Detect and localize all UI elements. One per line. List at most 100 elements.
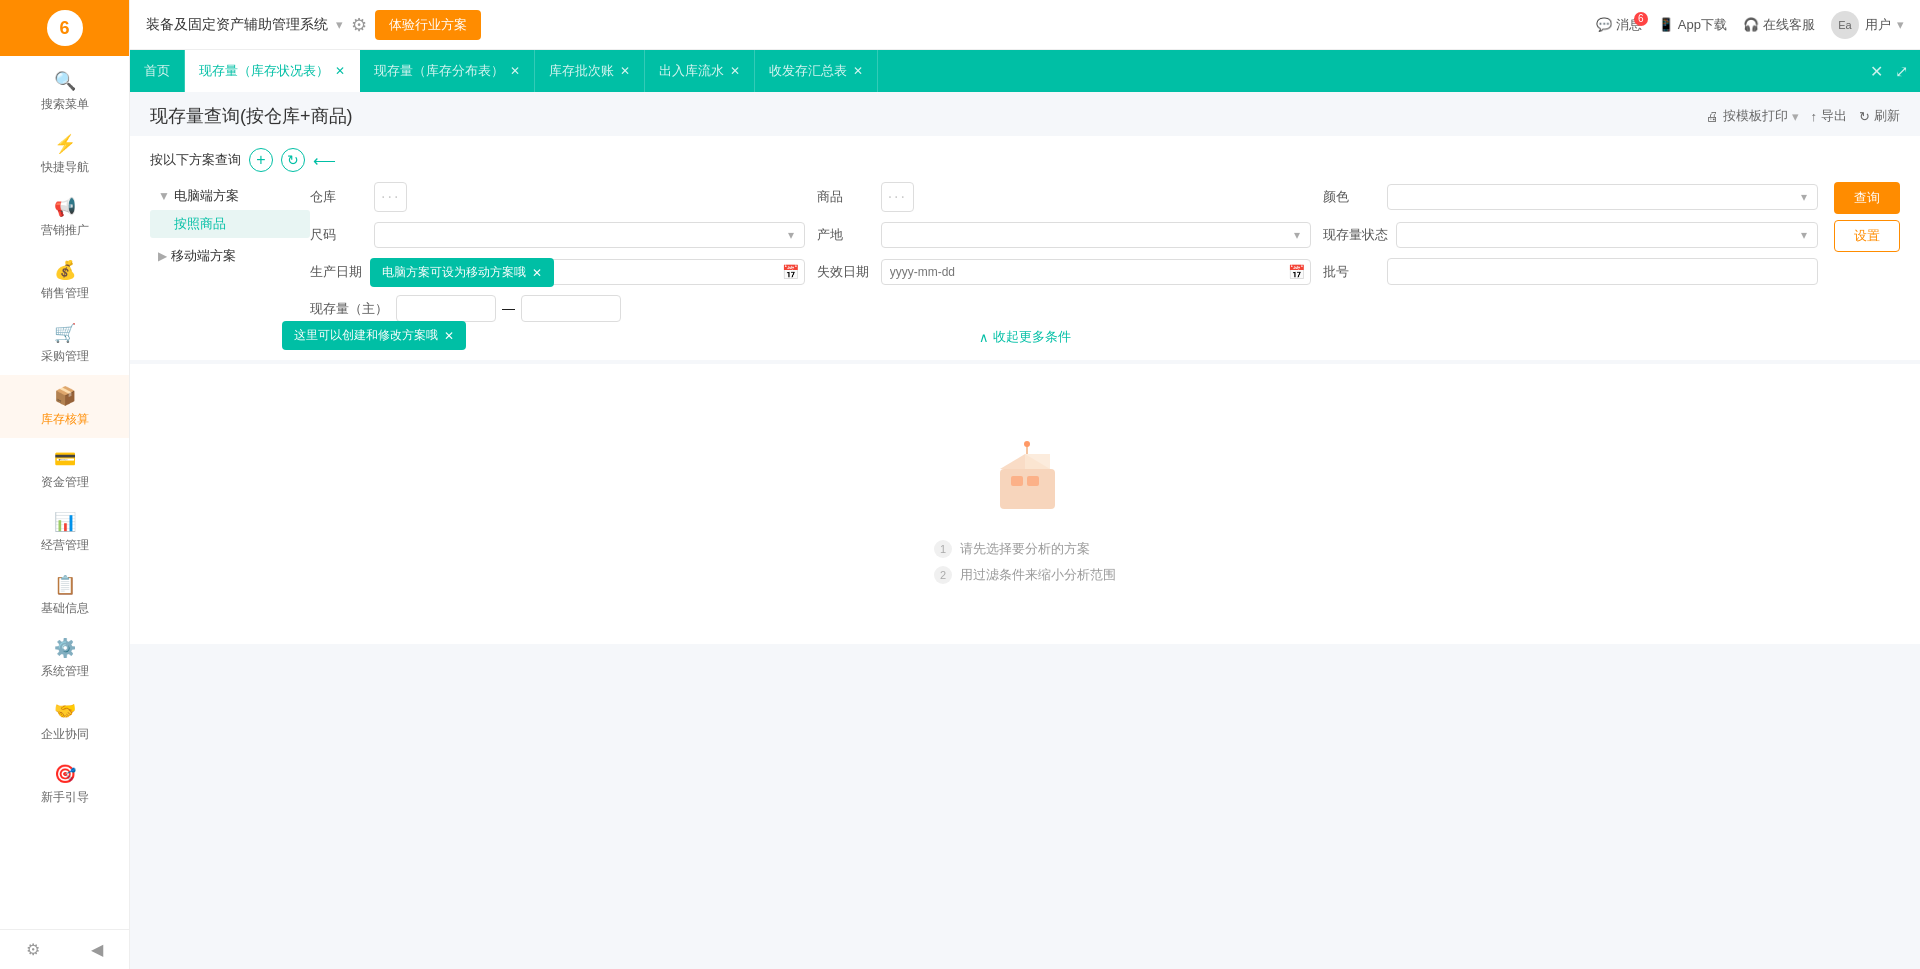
tab-inout-flow[interactable]: 出入库流水 ✕ bbox=[645, 50, 755, 92]
stock-qty-max-input[interactable] bbox=[521, 295, 621, 322]
user-menu[interactable]: Ea 用户 ▾ bbox=[1831, 11, 1904, 39]
tab-batch-ledger-label: 库存批次账 bbox=[549, 62, 614, 80]
tab-close-all-icon[interactable]: ✕ bbox=[1866, 58, 1887, 85]
refresh-btn[interactable]: ↻ 刷新 bbox=[1859, 107, 1900, 125]
export-btn[interactable]: ↑ 导出 bbox=[1811, 107, 1848, 125]
sidebar-item-label: 营销推广 bbox=[41, 222, 89, 239]
color-select-arrow: ▾ bbox=[1801, 190, 1807, 204]
sidebar-item-purchase[interactable]: 🛒 采购管理 bbox=[0, 312, 129, 375]
expire-date-input[interactable] bbox=[881, 259, 1312, 285]
filter-with-sidebar: ▼ 电脑端方案 按照商品 ▶ 移动端方案 bbox=[150, 182, 1900, 322]
printer-icon: 🖨 bbox=[1706, 109, 1719, 124]
tab-inout-flow-close[interactable]: ✕ bbox=[730, 65, 740, 77]
empty-tip-1: 1 请先选择要分析的方案 bbox=[934, 540, 1116, 558]
sidebar-item-search-menu[interactable]: 🔍 搜索菜单 bbox=[0, 60, 129, 123]
notification-icon[interactable]: 💬 6 消息 bbox=[1596, 16, 1642, 34]
sidebar-item-system[interactable]: ⚙️ 系统管理 bbox=[0, 627, 129, 690]
stock-qty-label: 现存量（主） bbox=[310, 300, 388, 318]
mobile-scheme-parent[interactable]: ▶ 移动端方案 bbox=[150, 242, 310, 270]
stock-qty-min-input[interactable] bbox=[396, 295, 496, 322]
tab-inventory-dist[interactable]: 现存量（库存分布表） ✕ bbox=[360, 50, 535, 92]
sidebar-item-label: 销售管理 bbox=[41, 285, 89, 302]
system-name-dropdown-icon[interactable]: ▾ bbox=[336, 17, 343, 32]
filter-header: 按以下方案查询 + ↻ ⟵ bbox=[150, 148, 1900, 172]
sidebar-item-marketing[interactable]: 📢 营销推广 bbox=[0, 186, 129, 249]
tab-bar: 首页 现存量（库存状况表） ✕ 现存量（库存分布表） ✕ 库存批次账 ✕ 出入库… bbox=[130, 50, 1920, 92]
industry-btn[interactable]: 体验行业方案 bbox=[375, 10, 481, 40]
sidebar-collapse-btn[interactable]: ◀ bbox=[91, 940, 103, 959]
user-dropdown-icon: ▾ bbox=[1897, 17, 1904, 32]
chevron-right-icon: ▶ bbox=[158, 249, 167, 263]
sidebar-item-operations[interactable]: 📊 经营管理 bbox=[0, 501, 129, 564]
tab-batch-ledger-close[interactable]: ✕ bbox=[620, 65, 630, 77]
sidebar: 6 🔍 搜索菜单 ⚡ 快捷导航 📢 营销推广 💰 销售管理 🛒 采购管理 📦 库… bbox=[0, 0, 130, 969]
prod-date-label: 生产日期 bbox=[310, 263, 366, 281]
color-select[interactable]: ▾ bbox=[1387, 184, 1818, 210]
tab-inventory-status-close[interactable]: ✕ bbox=[335, 65, 345, 77]
scheme-tooltip-close-2[interactable]: ✕ bbox=[444, 329, 454, 343]
batch-no-label: 批号 bbox=[1323, 263, 1379, 281]
scheme-tooltip-box-2: 这里可以创建和修改方案哦 ✕ bbox=[282, 321, 466, 350]
search-actions: 查询 设置 bbox=[1834, 182, 1900, 322]
sidebar-settings-btn[interactable]: ⚙ bbox=[26, 940, 40, 959]
tab-inventory-status[interactable]: 现存量（库存状况表） ✕ bbox=[185, 50, 360, 92]
svg-point-6 bbox=[1024, 441, 1030, 447]
top-header-left: 装备及固定资产辅助管理系统 ▾ ⚙ 体验行业方案 bbox=[146, 10, 481, 40]
chevron-up-icon: ∧ bbox=[979, 330, 989, 345]
stock-status-select[interactable]: ▾ bbox=[1396, 222, 1818, 248]
stock-status-label: 现存量状态 bbox=[1323, 226, 1388, 244]
add-scheme-btn[interactable]: + bbox=[249, 148, 273, 172]
size-label: 尺码 bbox=[310, 226, 366, 244]
sidebar-item-guide[interactable]: 🎯 新手引导 bbox=[0, 753, 129, 816]
tab-maximize-icon[interactable]: ⤢ bbox=[1891, 58, 1912, 85]
chevron-down-icon: ▼ bbox=[158, 189, 170, 203]
main-wrap: 装备及固定资产辅助管理系统 ▾ ⚙ 体验行业方案 💬 6 消息 📱 App下载 … bbox=[130, 0, 1920, 969]
tab-recv-summary[interactable]: 收发存汇总表 ✕ bbox=[755, 50, 878, 92]
online-service-btn[interactable]: 🎧 在线客服 bbox=[1743, 16, 1815, 34]
sidebar-item-label: 企业协同 bbox=[41, 726, 89, 743]
scheme-tooltip-box-1: 电脑方案可设为移动方案哦 ✕ bbox=[370, 258, 554, 287]
sidebar-item-quick-nav[interactable]: ⚡ 快捷导航 bbox=[0, 123, 129, 186]
filter-row-1: 仓库 ··· 商品 ··· 颜色 ▾ bbox=[310, 182, 1818, 212]
sidebar-item-sales[interactable]: 💰 销售管理 bbox=[0, 249, 129, 312]
desktop-scheme-parent[interactable]: ▼ 电脑端方案 bbox=[150, 182, 310, 210]
reset-button[interactable]: 设置 bbox=[1834, 220, 1900, 252]
svg-marker-2 bbox=[1025, 454, 1050, 469]
print-dropdown-icon: ▾ bbox=[1792, 109, 1799, 124]
desktop-scheme-item-0[interactable]: 按照商品 bbox=[150, 210, 310, 238]
sidebar-item-inventory[interactable]: 📦 库存核算 bbox=[0, 375, 129, 438]
inventory-icon: 📦 bbox=[54, 385, 76, 407]
sidebar-item-finance[interactable]: 💳 资金管理 bbox=[0, 438, 129, 501]
scheme-tooltip-2: 这里可以创建和修改方案哦 ✕ bbox=[282, 321, 466, 350]
warehouse-label: 仓库 bbox=[310, 188, 366, 206]
operations-icon: 📊 bbox=[54, 511, 76, 533]
search-button[interactable]: 查询 bbox=[1834, 182, 1900, 214]
filter-field-goods: 商品 ··· bbox=[817, 182, 1312, 212]
batch-no-input[interactable] bbox=[1387, 258, 1818, 285]
sales-icon: 💰 bbox=[54, 259, 76, 281]
tab-recv-summary-close[interactable]: ✕ bbox=[853, 65, 863, 77]
scheme-tooltip-close-1[interactable]: ✕ bbox=[532, 266, 542, 280]
origin-select[interactable]: ▾ bbox=[881, 222, 1312, 248]
system-settings-icon[interactable]: ⚙ bbox=[351, 14, 367, 36]
basic-info-icon: 📋 bbox=[54, 574, 76, 596]
tab-batch-ledger[interactable]: 库存批次账 ✕ bbox=[535, 50, 645, 92]
sidebar-item-label: 搜索菜单 bbox=[41, 96, 89, 113]
sidebar-item-enterprise[interactable]: 🤝 企业协同 bbox=[0, 690, 129, 753]
tab-inventory-dist-close[interactable]: ✕ bbox=[510, 65, 520, 77]
sidebar-item-label: 新手引导 bbox=[41, 789, 89, 806]
sidebar-item-basic-info[interactable]: 📋 基础信息 bbox=[0, 564, 129, 627]
warehouse-input[interactable]: ··· bbox=[374, 182, 407, 212]
refresh-scheme-btn[interactable]: ↻ bbox=[281, 148, 305, 172]
tab-bar-actions: ✕ ⤢ bbox=[1866, 58, 1920, 85]
tab-home[interactable]: 首页 bbox=[130, 50, 185, 92]
goods-input[interactable]: ··· bbox=[881, 182, 914, 212]
print-btn[interactable]: 🖨 按模板打印 ▾ bbox=[1706, 107, 1799, 125]
export-icon: ↑ bbox=[1811, 109, 1818, 124]
app-download-btn[interactable]: 📱 App下载 bbox=[1658, 16, 1727, 34]
sidebar-menu: 🔍 搜索菜单 ⚡ 快捷导航 📢 营销推广 💰 销售管理 🛒 采购管理 📦 库存核… bbox=[0, 56, 129, 929]
size-select[interactable]: ▾ bbox=[374, 222, 805, 248]
top-header-right: 💬 6 消息 📱 App下载 🎧 在线客服 Ea 用户 ▾ bbox=[1596, 11, 1904, 39]
back-icon[interactable]: ⟵ bbox=[313, 151, 336, 170]
tab-inventory-status-label: 现存量（库存状况表） bbox=[199, 62, 329, 80]
